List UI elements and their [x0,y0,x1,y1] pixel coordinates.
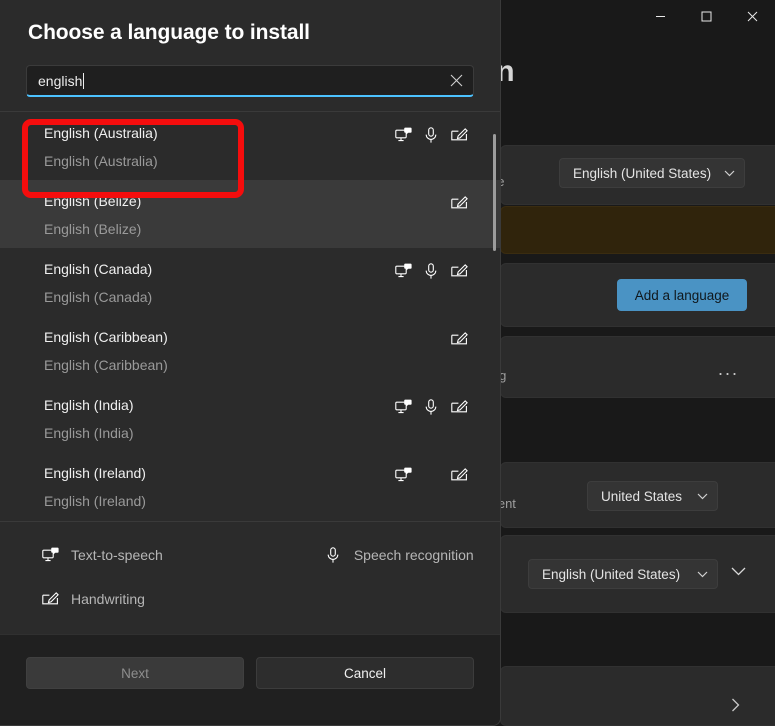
language-native-name: English (Belize) [44,221,142,237]
legend-row-1: Text-to-speech Speech recognition [0,540,500,570]
country-region-combo[interactable]: United States [587,481,718,511]
capability-icons [394,262,468,280]
text-to-speech-icon [394,126,412,144]
administrative-settings-row[interactable] [500,666,775,726]
legend-label: Speech recognition [353,547,474,563]
minimize-icon[interactable] [637,0,683,32]
list-item[interactable]: English (India) English (India) [0,384,500,452]
handwriting-icon [450,126,468,144]
chevron-right-icon [731,698,740,712]
text-to-speech-icon [40,545,60,565]
dialog-title: Choose a language to install [28,21,310,44]
language-native-name: English (Ireland) [44,493,146,509]
legend-row-2: Handwriting [0,584,500,614]
list-item[interactable]: English (Canada) English (Canada) [0,248,500,316]
language-native-name: English (Australia) [44,153,158,169]
clear-search-icon[interactable] [450,74,463,87]
legend-label: Handwriting [71,591,145,607]
expand-chevron-down-icon[interactable] [731,567,746,576]
window-controls [637,0,775,32]
overflow-menu-button[interactable]: ... [718,360,739,378]
handwriting-icon [450,398,468,416]
info-banner [500,206,775,254]
text-to-speech-icon [394,466,412,484]
speech-recognition-icon [422,398,440,416]
language-name: English (Belize) [44,193,142,209]
capability-legend: Text-to-speech Speech recognition Handwr… [0,521,500,634]
regional-format-value: English (United States) [542,566,681,582]
handwriting-icon [450,466,468,484]
language-native-name: English (India) [44,425,134,441]
regional-format-combo[interactable]: English (United States) [528,559,718,589]
screen: ion ge English (United States) Add a lan… [0,0,775,726]
cancel-button[interactable]: Cancel [256,657,474,689]
country-region-value: United States [601,488,683,504]
search-input-value: english [38,72,83,89]
handwriting-icon [450,262,468,280]
chevron-down-icon [724,170,735,177]
handwriting-icon [40,589,60,609]
language-native-name: English (Caribbean) [44,357,168,373]
search-input-value-wrap: english [27,72,85,89]
capability-icons [394,398,468,416]
capability-icons [450,194,468,212]
list-item[interactable]: English (Caribbean) English (Caribbean) [0,316,500,384]
language-native-name: English (Canada) [44,289,153,305]
text-to-speech-icon [394,262,412,280]
scrollbar[interactable] [493,134,496,521]
list-item[interactable]: English (Ireland) English (Ireland) [0,452,500,520]
dialog-footer: Next Cancel [0,634,500,725]
display-language-value: English (United States) [573,165,712,181]
language-list[interactable]: English (Australia) English (Australia) [0,112,500,521]
capability-icons [394,466,468,484]
chevron-down-icon [697,493,708,500]
search-input[interactable]: english [26,65,474,97]
handwriting-icon [450,330,468,348]
display-language-combo[interactable]: English (United States) [559,158,745,188]
speech-recognition-icon [323,545,343,565]
dialog-header: Choose a language to install [0,0,500,45]
choose-language-dialog: Choose a language to install english Eng… [0,0,501,726]
legend-text-to-speech: Text-to-speech [40,545,163,565]
capability-icons [450,330,468,348]
text-to-speech-icon [394,398,412,416]
close-icon[interactable] [729,0,775,32]
chevron-down-icon [697,571,708,578]
list-item[interactable]: English (Australia) English (Australia) [0,112,500,180]
legend-label: Text-to-speech [71,547,163,563]
capability-icons [394,126,468,144]
speech-recognition-icon [422,262,440,280]
next-button[interactable]: Next [26,657,244,689]
speech-recognition-icon [422,126,440,144]
maximize-icon[interactable] [683,0,729,32]
legend-handwriting: Handwriting [40,589,145,609]
scrollbar-thumb[interactable] [493,134,496,251]
legend-speech-recognition: Speech recognition [323,545,474,565]
handwriting-icon [450,194,468,212]
add-language-button[interactable]: Add a language [617,279,747,311]
text-caret [83,72,85,89]
language-name: English (Caribbean) [44,329,168,345]
list-item[interactable]: English (Belize) English (Belize) [0,180,500,248]
